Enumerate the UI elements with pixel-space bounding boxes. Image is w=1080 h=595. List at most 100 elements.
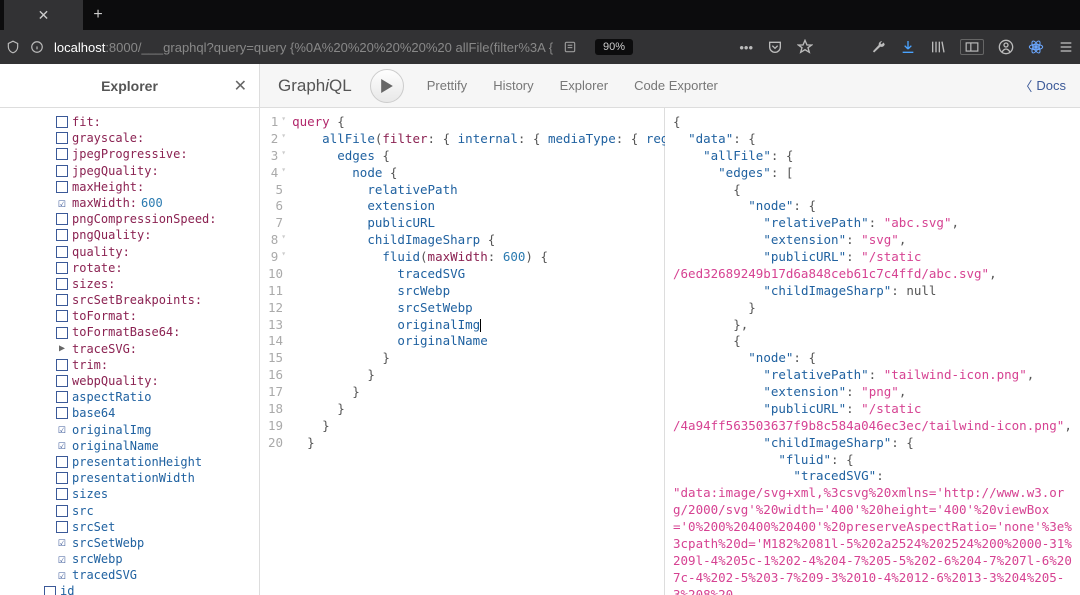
- explorer-field[interactable]: quality:: [56, 244, 257, 260]
- explorer-field[interactable]: sizes: [56, 486, 257, 502]
- code-line[interactable]: extension: [292, 198, 691, 215]
- wrench-icon[interactable]: [871, 40, 886, 55]
- react-devtools-icon[interactable]: [1028, 39, 1044, 55]
- explorer-field[interactable]: srcSet: [56, 519, 257, 535]
- code-line[interactable]: }: [292, 350, 691, 367]
- checkbox-icon[interactable]: [56, 553, 68, 565]
- code-line[interactable]: }: [292, 418, 691, 435]
- explorer-field[interactable]: maxHeight:: [56, 179, 257, 195]
- url-display[interactable]: localhost :8000/ ___graphql?query=query …: [54, 40, 553, 55]
- code-line[interactable]: node {: [292, 165, 691, 182]
- code-line[interactable]: fluid(maxWidth: 600) {: [292, 249, 691, 266]
- explorer-field[interactable]: presentationHeight: [56, 454, 257, 470]
- checkbox-icon[interactable]: [56, 424, 68, 436]
- code-line[interactable]: originalImg: [292, 317, 691, 334]
- checkbox-icon[interactable]: [56, 391, 68, 403]
- explorer-field[interactable]: jpegQuality:: [56, 163, 257, 179]
- checkbox-icon[interactable]: [56, 165, 68, 177]
- code-line[interactable]: publicURL: [292, 215, 691, 232]
- explorer-field[interactable]: src: [56, 503, 257, 519]
- checkbox-icon[interactable]: [56, 505, 68, 517]
- bookmark-star-icon[interactable]: [797, 39, 813, 55]
- checkbox-icon[interactable]: [56, 148, 68, 160]
- profile-icon[interactable]: [998, 39, 1014, 55]
- explorer-field[interactable]: presentationWidth: [56, 470, 257, 486]
- code-line[interactable]: }: [292, 401, 691, 418]
- code-line[interactable]: allFile(filter: { internal: { mediaType:…: [292, 131, 691, 148]
- explorer-field[interactable]: maxWidth: 600: [56, 195, 257, 211]
- code-line[interactable]: }: [292, 384, 691, 401]
- checkbox-icon[interactable]: [56, 197, 68, 209]
- explorer-field[interactable]: grayscale:: [56, 130, 257, 146]
- code-line[interactable]: edges {: [292, 148, 691, 165]
- code-line[interactable]: srcSetWebp: [292, 300, 691, 317]
- checkbox-icon[interactable]: [56, 521, 68, 533]
- new-tab-button[interactable]: +: [84, 6, 112, 24]
- explorer-field[interactable]: originalImg: [56, 422, 257, 438]
- code-line[interactable]: query {: [292, 114, 691, 131]
- explorer-field[interactable]: webpQuality:: [56, 373, 257, 389]
- checkbox-icon[interactable]: [56, 569, 68, 581]
- checkbox-icon[interactable]: [56, 132, 68, 144]
- ellipsis-icon[interactable]: •••: [739, 40, 753, 55]
- history-button[interactable]: History: [480, 64, 546, 107]
- checkbox-icon[interactable]: [56, 440, 68, 452]
- code-line[interactable]: }: [292, 435, 691, 452]
- download-icon[interactable]: [900, 39, 916, 55]
- explorer-field[interactable]: aspectRatio: [56, 389, 257, 405]
- explorer-field[interactable]: jpegProgressive:: [56, 146, 257, 162]
- sidebar-icon[interactable]: [960, 39, 984, 55]
- checkbox-icon[interactable]: [56, 278, 68, 290]
- checkbox-icon[interactable]: [56, 294, 68, 306]
- info-icon[interactable]: [30, 40, 44, 54]
- library-icon[interactable]: [930, 39, 946, 55]
- explorer-field[interactable]: sizes:: [56, 276, 257, 292]
- checkbox-icon[interactable]: [56, 310, 68, 322]
- docs-button[interactable]: 〈 Docs: [1005, 64, 1080, 107]
- explorer-field[interactable]: originalName: [56, 438, 257, 454]
- checkbox-icon[interactable]: [56, 537, 68, 549]
- code-line[interactable]: originalName: [292, 333, 691, 350]
- code-line[interactable]: srcWebp: [292, 283, 691, 300]
- checkbox-icon[interactable]: [56, 488, 68, 500]
- explorer-field[interactable]: pngCompressionSpeed:: [56, 211, 257, 227]
- explorer-field[interactable]: base64: [56, 405, 257, 421]
- code-exporter-button[interactable]: Code Exporter: [621, 64, 731, 107]
- code-line[interactable]: childImageSharp {: [292, 232, 691, 249]
- explorer-field[interactable]: tracedSVG: [56, 567, 257, 583]
- explorer-close-icon[interactable]: ✕: [234, 76, 247, 96]
- explorer-toggle-button[interactable]: Explorer: [547, 64, 621, 107]
- checkbox-icon[interactable]: [56, 359, 68, 371]
- checkbox-icon[interactable]: [56, 229, 68, 241]
- explorer-field[interactable]: srcWebp: [56, 551, 257, 567]
- pocket-icon[interactable]: [767, 39, 783, 55]
- explorer-field[interactable]: rotate:: [56, 260, 257, 276]
- tab-close-icon[interactable]: ✕: [38, 7, 50, 24]
- explorer-field[interactable]: toFormat:: [56, 308, 257, 324]
- explorer-field[interactable]: srcSetBreakpoints:: [56, 292, 257, 308]
- explorer-field[interactable]: ▶traceSVG:: [56, 341, 257, 357]
- shield-icon[interactable]: [6, 40, 20, 54]
- checkbox-icon[interactable]: [44, 586, 56, 595]
- readable-icon[interactable]: [563, 40, 577, 54]
- expand-icon[interactable]: ▶: [56, 342, 68, 356]
- checkbox-icon[interactable]: [56, 327, 68, 339]
- execute-button[interactable]: [370, 69, 404, 103]
- checkbox-icon[interactable]: [56, 213, 68, 225]
- browser-tab[interactable]: ✕: [4, 0, 84, 30]
- checkbox-icon[interactable]: [56, 407, 68, 419]
- explorer-field[interactable]: trim:: [56, 357, 257, 373]
- explorer-field[interactable]: toFormatBase64:: [56, 324, 257, 340]
- checkbox-icon[interactable]: [56, 181, 68, 193]
- zoom-level[interactable]: 90%: [595, 39, 633, 55]
- explorer-field[interactable]: fit:: [56, 114, 257, 130]
- checkbox-icon[interactable]: [56, 116, 68, 128]
- code-line[interactable]: }: [292, 367, 691, 384]
- checkbox-icon[interactable]: [56, 456, 68, 468]
- prettify-button[interactable]: Prettify: [414, 64, 480, 107]
- menu-icon[interactable]: [1058, 39, 1074, 55]
- code-line[interactable]: tracedSVG: [292, 266, 691, 283]
- checkbox-icon[interactable]: [56, 262, 68, 274]
- explorer-field[interactable]: pngQuality:: [56, 227, 257, 243]
- checkbox-icon[interactable]: [56, 472, 68, 484]
